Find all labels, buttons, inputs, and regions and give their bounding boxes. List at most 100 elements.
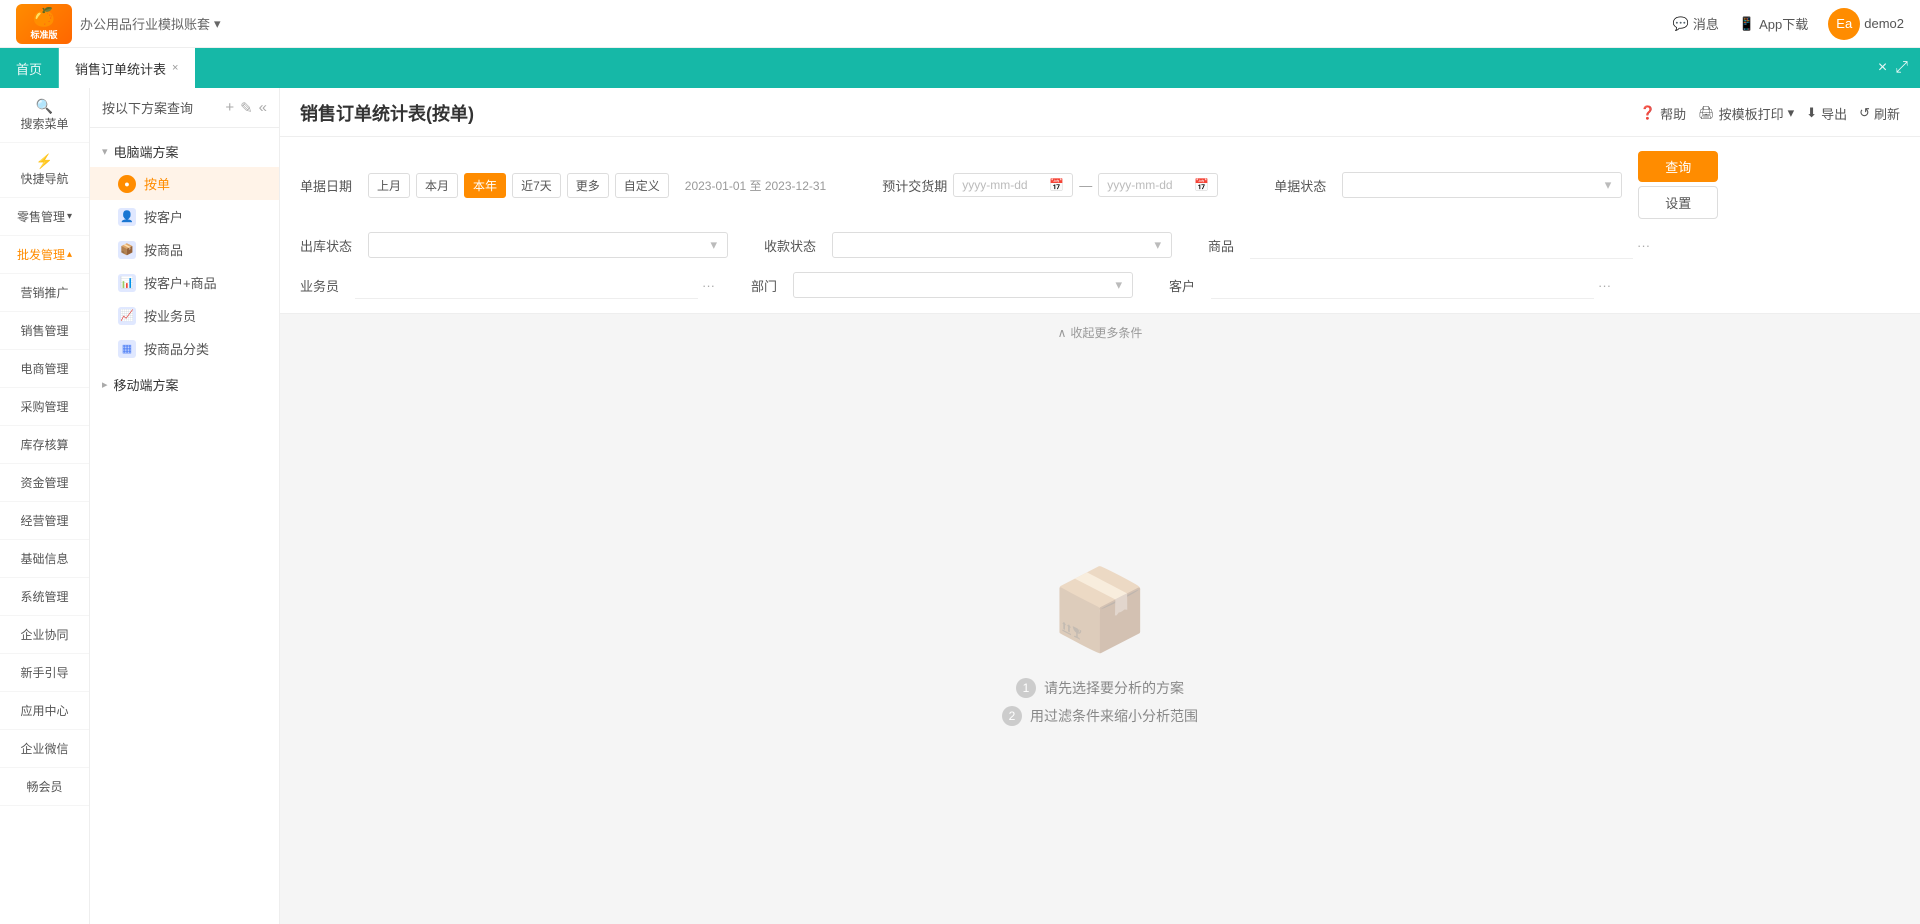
circle-icon: ● <box>118 175 136 193</box>
sidebar-item-retail[interactable]: 零售管理 ▾ <box>0 198 89 236</box>
sidebar-item-app-center[interactable]: 应用中心 <box>0 692 89 730</box>
salesperson-input-area: ··· <box>355 271 715 299</box>
scheme-group-desktop: ▾ 电脑端方案 ● 按单 👤 按客户 📦 按商品 <box>90 136 279 365</box>
scheme-group-mobile-header[interactable]: ▸ 移动端方案 <box>90 369 279 400</box>
chevron-down-icon: ▾ <box>1116 277 1123 293</box>
messages-button[interactable]: 💬 消息 <box>1673 14 1719 33</box>
date-to-input[interactable]: yyyy-mm-dd 📅 <box>1098 173 1218 197</box>
app-selector[interactable]: 办公用品行业模拟账套 ▾ <box>80 14 221 33</box>
sidebar-item-finance[interactable]: 资金管理 <box>0 464 89 502</box>
salesperson-input[interactable] <box>355 271 698 299</box>
app-download-button[interactable]: 📱 App下载 <box>1739 14 1808 33</box>
help-icon: ❓ <box>1640 105 1656 121</box>
help-button[interactable]: ❓ 帮助 <box>1640 104 1686 123</box>
sidebar-item-quick-nav[interactable]: ⚡ 快捷导航 <box>0 143 89 198</box>
logo-icon: 🍊 <box>33 7 55 28</box>
collapse-bar[interactable]: ∧ 收起更多条件 <box>280 314 1920 351</box>
filter-area: 单据日期 上月 本月 本年 近7天 更多 自定义 2023-01-01 至 20… <box>280 137 1920 314</box>
sidebar-item-inventory[interactable]: 库存核算 <box>0 426 89 464</box>
prev-month-button[interactable]: 上月 <box>368 173 410 198</box>
window-close-icon[interactable]: × <box>1878 59 1887 77</box>
logo[interactable]: 🍊 标准版 <box>16 4 72 44</box>
customer-input[interactable] <box>1211 271 1594 299</box>
scheme-group-desktop-header[interactable]: ▾ 电脑端方案 <box>90 136 279 167</box>
date-from-input[interactable]: yyyy-mm-dd 📅 <box>953 173 1073 197</box>
grid-icon: ⚡ <box>4 153 85 170</box>
sidebar-item-ecommerce[interactable]: 电商管理 <box>0 350 89 388</box>
scheme-item-by-order[interactable]: ● 按单 <box>90 167 279 200</box>
sidebar-item-wholesale[interactable]: 批发管理 ▴ <box>0 236 89 274</box>
doc-status-select[interactable]: ▾ <box>1342 172 1622 198</box>
last-7-button[interactable]: 近7天 <box>512 173 561 198</box>
product-input[interactable] <box>1250 231 1633 259</box>
scheme-item-by-salesperson[interactable]: 📈 按业务员 <box>90 299 279 332</box>
customer-more-icon[interactable]: ··· <box>1598 278 1611 293</box>
settings-button[interactable]: 设置 <box>1638 186 1718 219</box>
avatar: Ea <box>1828 8 1860 40</box>
product-more-icon[interactable]: ··· <box>1637 238 1650 253</box>
expected-date-group: 预计交货期 yyyy-mm-dd 📅 — yyyy-mm-dd 📅 <box>882 173 1218 197</box>
sidebar-item-basic[interactable]: 基础信息 <box>0 540 89 578</box>
sidebar-item-wechat[interactable]: 企业微信 <box>0 730 89 768</box>
export-button[interactable]: ⬇ 导出 <box>1806 104 1847 123</box>
this-month-button[interactable]: 本月 <box>416 173 458 198</box>
ship-status-select[interactable]: ▾ <box>368 232 728 258</box>
page-header-actions: ❓ 帮助 🖨 按模板打印 ▾ ⬇ 导出 ↺ <box>1640 104 1900 123</box>
scheme-item-by-product[interactable]: 📦 按商品 <box>90 233 279 266</box>
window-maximize-icon[interactable]: ⤢ <box>1895 59 1908 77</box>
sidebar-item-operations[interactable]: 经营管理 <box>0 502 89 540</box>
sidebar-item-label: 企业协同 <box>4 626 85 643</box>
chevron-down-icon: ▾ <box>1155 237 1162 253</box>
scheme-item-by-customer[interactable]: 👤 按客户 <box>90 200 279 233</box>
sidebar-item-newbie[interactable]: 新手引导 <box>0 654 89 692</box>
scheme-item-by-product-category[interactable]: ▦ 按商品分类 <box>90 332 279 365</box>
sidebar-item-system[interactable]: 系统管理 <box>0 578 89 616</box>
department-select[interactable]: ▾ <box>793 272 1133 298</box>
sidebar-item-label: 搜索菜单 <box>4 115 85 132</box>
sidebar-item-enterprise[interactable]: 企业协同 <box>0 616 89 654</box>
scheme-item-by-product-label: 按商品 <box>144 240 183 259</box>
scheme-item-by-customer-product[interactable]: 📊 按客户+商品 <box>90 266 279 299</box>
right-panel: 销售订单统计表(按单) ❓ 帮助 🖨 按模板打印 ▾ ⬇ <box>280 88 1920 924</box>
sidebar-item-label: 采购管理 <box>4 398 85 415</box>
sidebar-item-search-menu[interactable]: 🔍 搜索菜单 <box>0 88 89 143</box>
custom-button[interactable]: 自定义 <box>615 173 669 198</box>
salesperson-label: 业务员 <box>300 276 339 295</box>
product-input-area: ··· <box>1250 231 1650 259</box>
chevron-down-icon: ▾ <box>102 145 108 158</box>
left-panel-actions: + ✎ « <box>225 99 267 117</box>
tab-sales-order-stats[interactable]: 销售订单统计表 × <box>59 48 195 88</box>
sidebar-item-member[interactable]: 畅会员 <box>0 768 89 806</box>
product-label: 商品 <box>1208 236 1234 255</box>
salesperson-more-icon[interactable]: ··· <box>702 278 715 293</box>
sidebar-item-label: 电商管理 <box>4 360 85 377</box>
add-scheme-button[interactable]: + <box>225 99 234 117</box>
sidebar-item-purchase[interactable]: 采购管理 <box>0 388 89 426</box>
nav-tabs: 首页 销售订单统计表 × × ⤢ <box>0 48 1920 88</box>
query-button[interactable]: 查询 <box>1638 151 1718 182</box>
refresh-button[interactable]: ↺ 刷新 <box>1859 104 1900 123</box>
user-menu[interactable]: Ea demo2 <box>1828 8 1904 40</box>
sidebar-item-label: 应用中心 <box>4 702 85 719</box>
logo-text: 标准版 <box>30 28 57 41</box>
page-header: 销售订单统计表(按单) ❓ 帮助 🖨 按模板打印 ▾ ⬇ <box>280 88 1920 137</box>
grid-icon: ▦ <box>118 340 136 358</box>
this-year-button[interactable]: 本年 <box>464 173 506 198</box>
payment-status-label: 收款状态 <box>764 236 816 255</box>
sidebar-item-marketing[interactable]: 营销推广 <box>0 274 89 312</box>
scheme-item-by-salesperson-label: 按业务员 <box>144 306 196 325</box>
scheme-tree: ▾ 电脑端方案 ● 按单 👤 按客户 📦 按商品 <box>90 128 279 408</box>
more-button[interactable]: 更多 <box>567 173 609 198</box>
chevron-up-icon: ▴ <box>67 249 72 260</box>
tab-close-icon[interactable]: × <box>172 62 178 74</box>
sidebar-item-sales[interactable]: 销售管理 <box>0 312 89 350</box>
app-selector-label: 办公用品行业模拟账套 <box>80 14 210 33</box>
tab-home[interactable]: 首页 <box>0 48 59 88</box>
collapse-panel-button[interactable]: « <box>259 99 267 117</box>
scheme-item-by-product-category-label: 按商品分类 <box>144 339 209 358</box>
chevron-down-icon: ▾ <box>67 211 72 222</box>
edit-scheme-button[interactable]: ✎ <box>240 99 253 117</box>
payment-status-select[interactable]: ▾ <box>832 232 1172 258</box>
filter-row-date: 单据日期 上月 本月 本年 近7天 更多 自定义 2023-01-01 至 20… <box>300 151 1900 219</box>
template-print-button[interactable]: 🖨 按模板打印 ▾ <box>1698 104 1794 123</box>
